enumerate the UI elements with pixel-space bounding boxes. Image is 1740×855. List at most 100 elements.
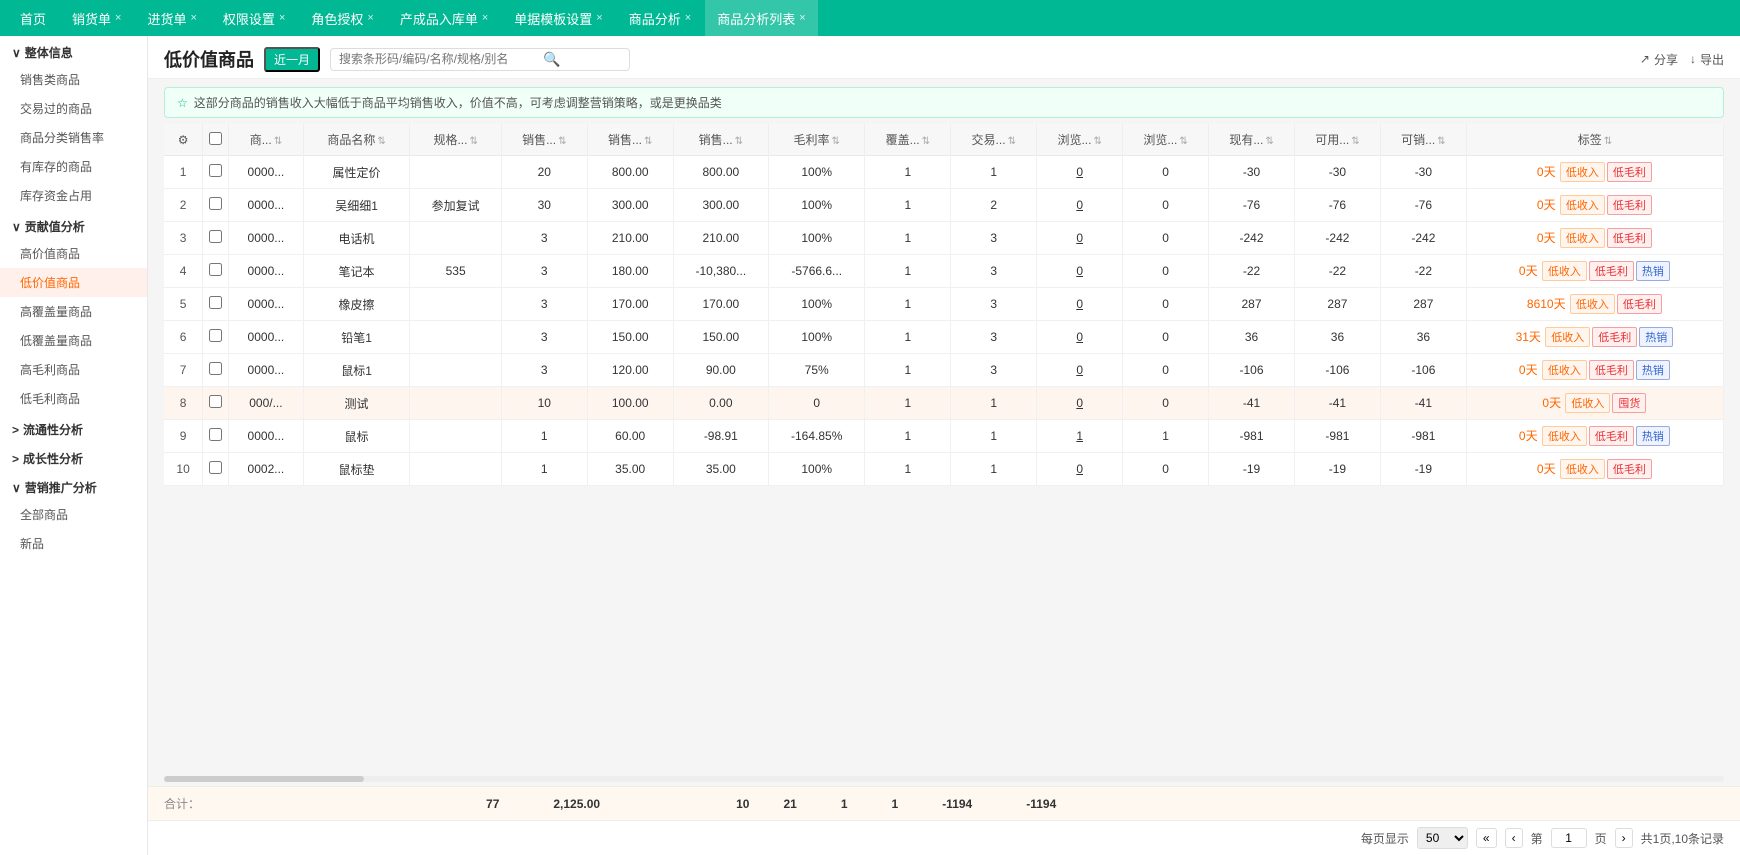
- row-checkbox[interactable]: [209, 395, 222, 408]
- cell-checkbox[interactable]: [203, 420, 229, 453]
- col-spec[interactable]: 规格...⇅: [410, 124, 501, 156]
- row-checkbox[interactable]: [209, 428, 222, 441]
- nav-close-template[interactable]: ×: [596, 12, 602, 24]
- sidebar-item-capital[interactable]: 库存资金占用: [0, 181, 147, 210]
- nav-sales[interactable]: 销货单 ×: [60, 0, 133, 36]
- cell-checkbox[interactable]: [203, 387, 229, 420]
- col-view1[interactable]: 浏览...⇅: [1037, 124, 1123, 156]
- view-link[interactable]: 0: [1076, 363, 1083, 377]
- view-link[interactable]: 0: [1076, 462, 1083, 476]
- view-link[interactable]: 0: [1076, 396, 1083, 410]
- col-name[interactable]: 商品名称⇅: [303, 124, 410, 156]
- sidebar-item-high-margin[interactable]: 高毛利商品: [0, 355, 147, 384]
- sidebar-group-contribution[interactable]: ∨ 贡献值分析: [0, 210, 147, 239]
- row-checkbox[interactable]: [209, 230, 222, 243]
- nav-roles[interactable]: 角色授权 ×: [299, 0, 385, 36]
- nav-close-goods-analysis-list[interactable]: ×: [799, 12, 805, 24]
- cell-checkbox[interactable]: [203, 255, 229, 288]
- next-page-btn[interactable]: ›: [1615, 828, 1633, 848]
- sidebar-item-sales-goods[interactable]: 销售类商品: [0, 65, 147, 94]
- row-checkbox[interactable]: [209, 263, 222, 276]
- sidebar-group-liquidity[interactable]: > 流通性分析: [0, 413, 147, 442]
- nav-home[interactable]: 首页: [8, 0, 58, 36]
- row-checkbox[interactable]: [209, 197, 222, 210]
- nav-purchase[interactable]: 进货单 ×: [135, 0, 208, 36]
- cell-view1[interactable]: 0: [1037, 189, 1123, 222]
- row-checkbox[interactable]: [209, 296, 222, 309]
- cell-checkbox[interactable]: [203, 453, 229, 486]
- sidebar-item-low-margin[interactable]: 低毛利商品: [0, 384, 147, 413]
- sidebar-item-low-coverage[interactable]: 低覆盖量商品: [0, 326, 147, 355]
- nav-goods-analysis-list[interactable]: 商品分析列表 ×: [705, 0, 817, 36]
- nav-close-permissions[interactable]: ×: [279, 12, 285, 24]
- sidebar-item-all-goods[interactable]: 全部商品: [0, 500, 147, 529]
- sidebar-group-growth[interactable]: > 成长性分析: [0, 442, 147, 471]
- sidebar-item-high-coverage[interactable]: 高覆盖量商品: [0, 297, 147, 326]
- cell-checkbox[interactable]: [203, 321, 229, 354]
- cell-view1[interactable]: 0: [1037, 354, 1123, 387]
- col-view2[interactable]: 浏览...⇅: [1123, 124, 1209, 156]
- sidebar-item-category-rate[interactable]: 商品分类销售率: [0, 123, 147, 152]
- search-input[interactable]: [339, 52, 539, 66]
- scrollbar-thumb[interactable]: [164, 776, 364, 782]
- row-checkbox[interactable]: [209, 164, 222, 177]
- sidebar-group-marketing[interactable]: ∨ 营销推广分析: [0, 471, 147, 500]
- col-tags[interactable]: 标签⇅: [1466, 124, 1723, 156]
- prev-page-btn[interactable]: ‹: [1505, 828, 1523, 848]
- cell-checkbox[interactable]: [203, 222, 229, 255]
- cell-checkbox[interactable]: [203, 189, 229, 222]
- sidebar-item-stock-goods[interactable]: 有库存的商品: [0, 152, 147, 181]
- table-container[interactable]: ⚙ 商...⇅ 商品名称⇅ 规格...⇅ 销售...⇅ 销售...⇅ 销售...…: [148, 124, 1740, 776]
- sidebar-item-high-value[interactable]: 高价值商品: [0, 239, 147, 268]
- nav-close-purchase[interactable]: ×: [190, 12, 196, 24]
- view-link[interactable]: 0: [1076, 297, 1083, 311]
- share-button[interactable]: ↗ 分享: [1640, 51, 1678, 68]
- cell-view1[interactable]: 0: [1037, 321, 1123, 354]
- nav-permissions[interactable]: 权限设置 ×: [211, 0, 297, 36]
- cell-checkbox[interactable]: [203, 156, 229, 189]
- nav-close-sales[interactable]: ×: [115, 12, 121, 24]
- nav-close-production[interactable]: ×: [482, 12, 488, 24]
- search-icon[interactable]: 🔍: [543, 51, 560, 68]
- cell-view1[interactable]: 1: [1037, 420, 1123, 453]
- sidebar-item-new-goods[interactable]: 新品: [0, 529, 147, 558]
- period-button[interactable]: 近一月: [264, 47, 320, 72]
- col-stock2[interactable]: 可用...⇅: [1294, 124, 1380, 156]
- row-checkbox[interactable]: [209, 362, 222, 375]
- cell-checkbox[interactable]: [203, 288, 229, 321]
- row-checkbox[interactable]: [209, 329, 222, 342]
- cell-view1[interactable]: 0: [1037, 222, 1123, 255]
- cell-checkbox[interactable]: [203, 354, 229, 387]
- first-page-btn[interactable]: «: [1476, 828, 1497, 848]
- view-link[interactable]: 0: [1076, 231, 1083, 245]
- col-saleable[interactable]: 可销...⇅: [1380, 124, 1466, 156]
- view-link[interactable]: 0: [1076, 198, 1083, 212]
- col-trade[interactable]: 交易...⇅: [951, 124, 1037, 156]
- row-checkbox[interactable]: [209, 461, 222, 474]
- col-s2[interactable]: 销售...⇅: [587, 124, 673, 156]
- view-link[interactable]: 0: [1076, 330, 1083, 344]
- col-stock1[interactable]: 现有...⇅: [1209, 124, 1295, 156]
- cell-view1[interactable]: 0: [1037, 288, 1123, 321]
- export-button[interactable]: ↓ 导出: [1690, 51, 1724, 68]
- scrollbar-track[interactable]: [164, 776, 1724, 782]
- sidebar-group-overview[interactable]: ∨ 整体信息: [0, 36, 147, 65]
- cell-view1[interactable]: 0: [1037, 387, 1123, 420]
- col-code[interactable]: 商...⇅: [229, 124, 303, 156]
- nav-template[interactable]: 单据模板设置 ×: [502, 0, 614, 36]
- view-link[interactable]: 0: [1076, 264, 1083, 278]
- col-cover[interactable]: 覆盖...⇅: [865, 124, 951, 156]
- nav-close-roles[interactable]: ×: [367, 12, 373, 24]
- col-s1[interactable]: 销售...⇅: [501, 124, 587, 156]
- sidebar-item-traded-goods[interactable]: 交易过的商品: [0, 94, 147, 123]
- col-gross[interactable]: 毛利率⇅: [769, 124, 865, 156]
- view-link[interactable]: 1: [1076, 429, 1083, 443]
- nav-close-goods-analysis[interactable]: ×: [685, 12, 691, 24]
- nav-production[interactable]: 产成品入库单 ×: [388, 0, 500, 36]
- view-link[interactable]: 0: [1076, 165, 1083, 179]
- cell-view1[interactable]: 0: [1037, 255, 1123, 288]
- col-s3[interactable]: 销售...⇅: [673, 124, 768, 156]
- cell-view1[interactable]: 0: [1037, 156, 1123, 189]
- page-input[interactable]: [1551, 828, 1587, 848]
- select-all-checkbox[interactable]: [209, 132, 222, 145]
